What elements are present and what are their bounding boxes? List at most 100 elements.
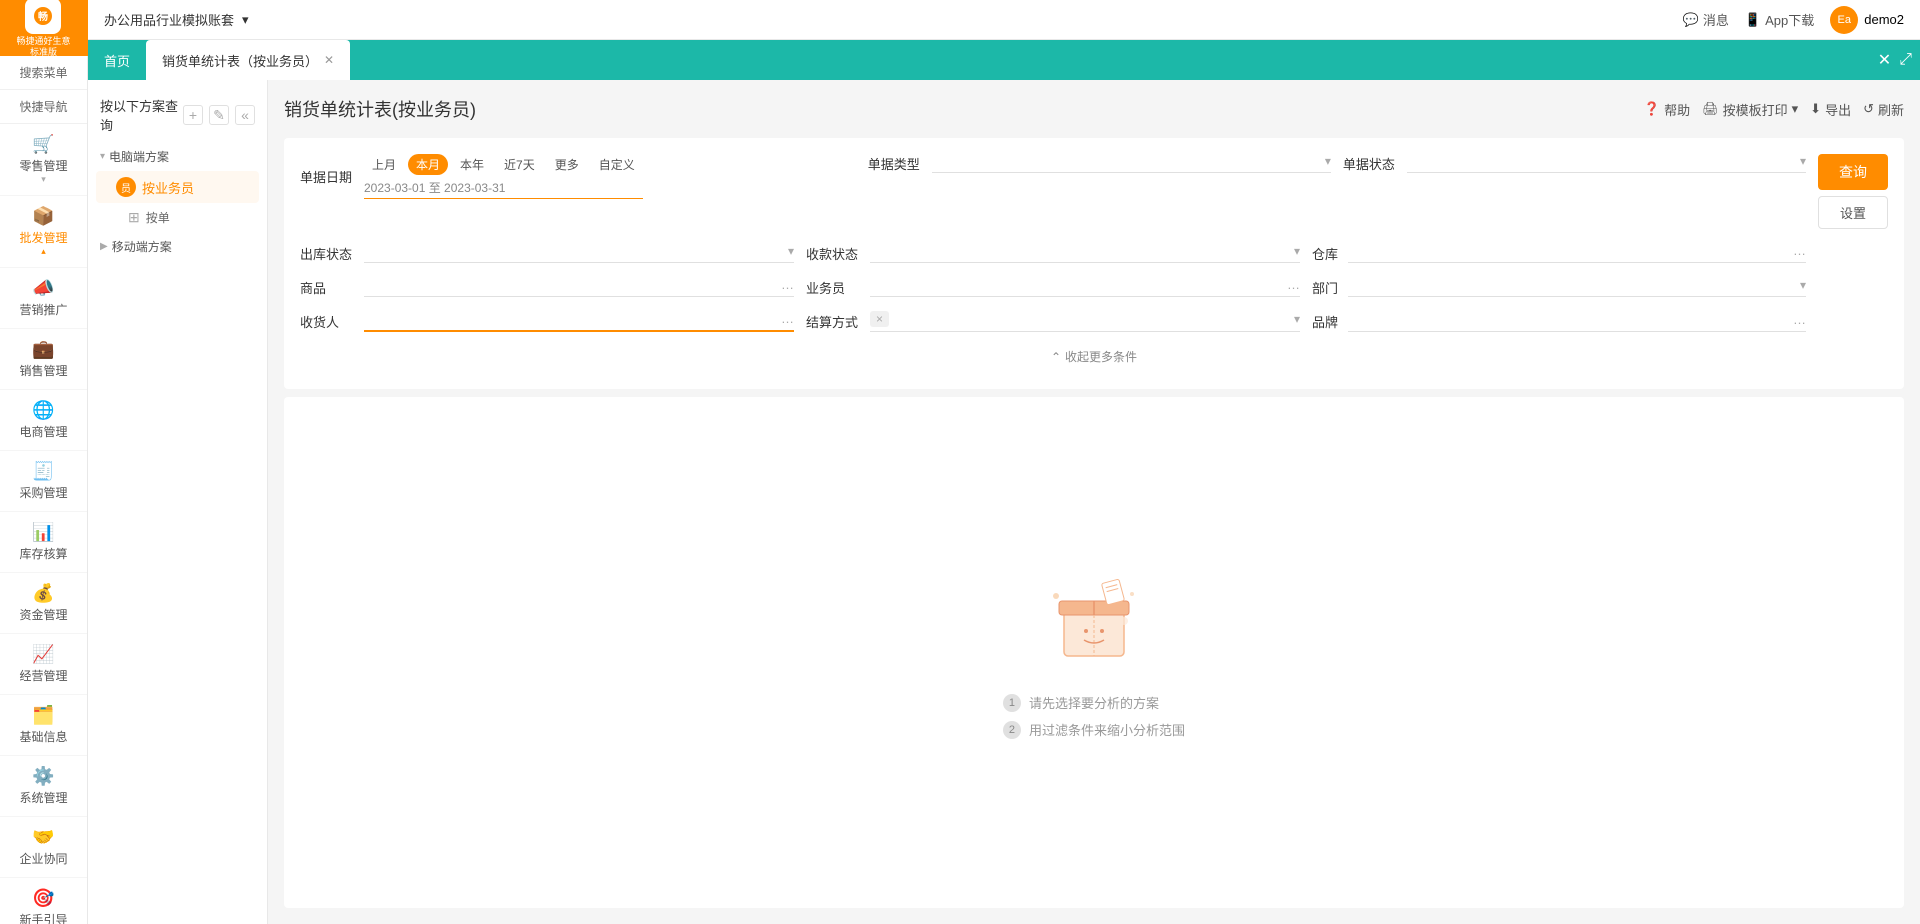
sidebar-item-basic[interactable]: 🗂️ 基础信息	[0, 695, 87, 756]
sidebar-item-purchase[interactable]: 🧾 采购管理	[0, 451, 87, 512]
window-expand-btn[interactable]: ⤢	[1899, 51, 1912, 69]
newbie-icon: 🎯	[32, 888, 54, 909]
filter-payment-method: 结算方式 × ▾	[806, 311, 1300, 332]
sidebar-item-sales[interactable]: 💼 销售管理	[0, 329, 87, 390]
mobile-group: ▶ 移动端方案	[88, 232, 267, 261]
salesperson-filter-label: 业务员	[806, 278, 862, 297]
empty-tip-1: 1 请先选择要分析的方案	[1003, 693, 1185, 712]
date-btn-more[interactable]: 更多	[547, 154, 587, 175]
date-btn-this-year[interactable]: 本年	[452, 154, 492, 175]
sidebar-item-finance[interactable]: 💰 资金管理	[0, 573, 87, 634]
user-menu[interactable]: Ea demo2	[1830, 6, 1904, 34]
edit-scheme-btn[interactable]: ✎	[209, 105, 229, 125]
quick-nav-label: 快捷导航	[19, 100, 67, 114]
sidebar-item-ecommerce[interactable]: 🌐 电商管理	[0, 390, 87, 451]
finance-icon: 💰	[32, 583, 54, 604]
desktop-group: ▾ 电脑端方案 员 按业务员 ⊞ 按单	[88, 142, 267, 232]
right-panel: 销货单统计表(按业务员) ❓ 帮助 🖨 按模板打印 ▾ ⬇ 导出	[268, 80, 1920, 924]
order-label: 按单	[146, 209, 170, 226]
sidebar-item-retail[interactable]: 🛒 零售管理 ▾	[0, 124, 87, 196]
page-actions: ❓ 帮助 🖨 按模板打印 ▾ ⬇ 导出 ↺ 刷新	[1644, 100, 1904, 119]
window-close-btn[interactable]: ✕	[1878, 50, 1891, 70]
salesperson-label: 按业务员	[142, 178, 194, 197]
message-action[interactable]: 💬 消息	[1683, 10, 1729, 29]
sidebar-item-system[interactable]: ⚙️ 系统管理	[0, 756, 87, 817]
sidebar-item-operation[interactable]: 📈 经营管理	[0, 634, 87, 695]
collapse-icon: «	[241, 107, 249, 123]
breadcrumb-dropdown[interactable]: ▾	[242, 12, 249, 28]
sidebar: 畅 畅捷通好生意 标准版 搜索菜单 快捷导航 🛒 零售管理 ▾ 📦 批发管理 ▴…	[0, 0, 88, 924]
filter-row-2: 出库状态 ▾ 收款状态 ▾ 仓库	[300, 243, 1888, 263]
stock-status-arrow: ▾	[788, 244, 794, 258]
department-control[interactable]: ▾	[1348, 278, 1806, 297]
export-btn[interactable]: ⬇ 导出	[1810, 100, 1851, 119]
tab-sales-stat[interactable]: 销货单统计表（按业务员） ✕	[146, 40, 350, 80]
filter-doc-type: 单据类型 ▾	[868, 154, 1331, 173]
help-btn[interactable]: ❓ 帮助	[1644, 100, 1690, 119]
template-print-btn[interactable]: 🖨 按模板打印 ▾	[1702, 100, 1798, 119]
refresh-label: 刷新	[1878, 100, 1904, 119]
filter-receiver: 收货人 …	[300, 311, 794, 332]
search-label[interactable]: 搜索菜单	[19, 66, 67, 80]
filter-stock-status: 出库状态 ▾	[300, 244, 794, 263]
date-btn-this-month[interactable]: 本月	[408, 154, 448, 175]
help-icon: ❓	[1644, 101, 1660, 117]
purchase-icon: 🧾	[32, 461, 54, 482]
date-btn-custom[interactable]: 自定义	[591, 154, 643, 175]
top-nav: 办公用品行业模拟账套 ▾ 💬 消息 📱 App下载 Ea demo2	[88, 0, 1920, 40]
warehouse-control[interactable]: …	[1348, 243, 1806, 263]
tab-home[interactable]: 首页	[88, 40, 146, 80]
desktop-group-header[interactable]: ▾ 电脑端方案	[96, 142, 259, 171]
brand-control[interactable]: …	[1348, 312, 1806, 332]
empty-illustration	[1034, 566, 1154, 669]
doc-status-arrow: ▾	[1800, 154, 1806, 168]
sidebar-item-newbie[interactable]: 🎯 新手引导	[0, 878, 87, 924]
quick-nav[interactable]: 快捷导航	[0, 90, 87, 124]
filter-payment-status: 收款状态 ▾	[806, 244, 1300, 263]
wholesale-icon: 📦	[32, 206, 54, 227]
warehouse-label: 仓库	[1312, 244, 1340, 263]
refresh-btn[interactable]: ↺ 刷新	[1863, 100, 1904, 119]
avatar: Ea	[1830, 6, 1858, 34]
doc-type-control[interactable]: ▾	[932, 154, 1331, 173]
tip-num-2: 2	[1003, 721, 1021, 739]
product-control[interactable]: …	[364, 277, 794, 297]
action-buttons: 查询 设置	[1818, 154, 1888, 229]
tab-home-label: 首页	[104, 51, 130, 70]
app-download-icon: 📱	[1745, 12, 1761, 28]
tree-item-salesperson[interactable]: 员 按业务员	[96, 171, 259, 203]
settings-btn[interactable]: 设置	[1818, 196, 1888, 229]
sidebar-search[interactable]: 搜索菜单	[0, 56, 87, 90]
stock-status-control[interactable]: ▾	[364, 244, 794, 263]
tab-close-btn[interactable]: ✕	[324, 53, 334, 67]
app-download-action[interactable]: 📱 App下载	[1745, 10, 1814, 29]
username: demo2	[1864, 12, 1904, 27]
query-btn[interactable]: 查询	[1818, 154, 1888, 190]
payment-method-control[interactable]: × ▾	[870, 311, 1300, 332]
sidebar-item-wholesale[interactable]: 📦 批发管理 ▴	[0, 196, 87, 268]
tag-close[interactable]: ×	[876, 312, 883, 326]
payment-method-tag: ×	[870, 311, 889, 327]
payment-status-control[interactable]: ▾	[870, 244, 1300, 263]
edit-icon: ✎	[213, 107, 225, 124]
template-print-arrow: ▾	[1792, 101, 1799, 117]
collapse-filters-btn[interactable]: ⌃ 收起更多条件	[300, 340, 1888, 373]
logo-icon: 畅	[25, 0, 61, 34]
doc-status-control[interactable]: ▾	[1407, 154, 1806, 173]
sidebar-item-marketing[interactable]: 📣 营销推广	[0, 268, 87, 329]
add-scheme-btn[interactable]: +	[183, 105, 203, 125]
sidebar-item-enterprise[interactable]: 🤝 企业协同	[0, 817, 87, 878]
tree-item-order[interactable]: ⊞ 按单	[96, 203, 259, 232]
date-btn-last-month[interactable]: 上月	[364, 154, 404, 175]
content-area: 按以下方案查询 + ✎ « ▾ 电脑端方案	[88, 80, 1920, 924]
sidebar-item-inventory[interactable]: 📊 库存核算	[0, 512, 87, 573]
left-panel: 按以下方案查询 + ✎ « ▾ 电脑端方案	[88, 80, 268, 924]
tabs-bar: 首页 销货单统计表（按业务员） ✕ ✕ ⤢	[88, 40, 1920, 80]
mobile-group-header[interactable]: ▶ 移动端方案	[96, 232, 259, 261]
payment-status-label: 收款状态	[806, 244, 862, 263]
empty-state: 1 请先选择要分析的方案 2 用过滤条件来缩小分析范围	[284, 397, 1904, 908]
salesperson-control[interactable]: …	[870, 277, 1300, 297]
collapse-panel-btn[interactable]: «	[235, 105, 255, 125]
receiver-control[interactable]: …	[364, 311, 794, 332]
date-btn-7days[interactable]: 近7天	[496, 154, 543, 175]
